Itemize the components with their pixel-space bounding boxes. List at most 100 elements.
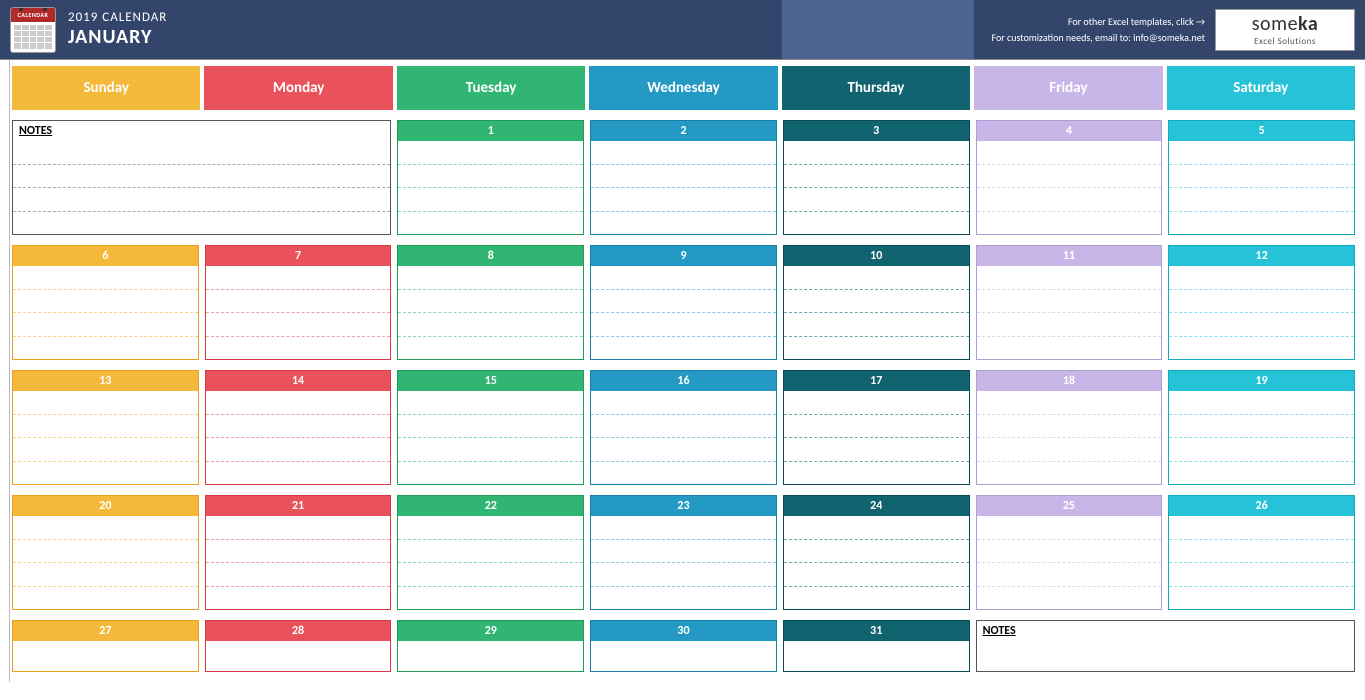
calendar-icon-label: CALENDAR: [11, 8, 55, 22]
day-number: 20: [13, 496, 198, 516]
day-number: 28: [206, 621, 391, 641]
day-cell[interactable]: 28: [205, 620, 392, 672]
day-cell[interactable]: 30: [590, 620, 777, 672]
year-title: 2019 CALENDAR: [68, 10, 167, 25]
day-cell[interactable]: 15: [397, 370, 584, 485]
templates-link[interactable]: For other Excel templates, click →: [991, 14, 1205, 30]
day-cell[interactable]: 19: [1168, 370, 1355, 485]
header-tuesday: Tuesday: [397, 66, 585, 110]
topbar-mid: [782, 0, 974, 59]
day-cell[interactable]: 18: [976, 370, 1163, 485]
calendar-icon-grid: [11, 22, 55, 52]
left-margin: [0, 60, 10, 682]
day-cell[interactable]: 17: [783, 370, 970, 485]
day-number: 14: [206, 371, 391, 391]
day-number: 26: [1169, 496, 1354, 516]
topbar-right: For other Excel templates, click → For c…: [974, 0, 1365, 59]
day-cell[interactable]: 2: [590, 120, 777, 235]
day-number: 8: [398, 246, 583, 266]
header-monday: Monday: [204, 66, 392, 110]
day-cell[interactable]: 21: [205, 495, 392, 610]
day-number: 23: [591, 496, 776, 516]
topbar-left: CALENDAR 2019 CALENDAR JANUARY: [0, 0, 782, 59]
day-number: 30: [591, 621, 776, 641]
week-row-2: 6 7 8 9 10 11 12: [12, 245, 1355, 360]
day-cell[interactable]: 26: [1168, 495, 1355, 610]
month-title: JANUARY: [68, 25, 167, 49]
day-number: 9: [591, 246, 776, 266]
logo-sub: Excel Solutions: [1254, 36, 1316, 47]
title-block: 2019 CALENDAR JANUARY: [68, 10, 167, 49]
day-cell[interactable]: 1: [397, 120, 584, 235]
day-cell[interactable]: 11: [976, 245, 1163, 360]
notes-label: NOTES: [977, 621, 1354, 641]
day-number: 21: [206, 496, 391, 516]
day-number: 31: [784, 621, 969, 641]
day-number: 12: [1169, 246, 1354, 266]
day-number: 15: [398, 371, 583, 391]
day-cell[interactable]: 12: [1168, 245, 1355, 360]
day-number: 24: [784, 496, 969, 516]
week-row-3: 13 14 15 16 17 18 19: [12, 370, 1355, 485]
day-number: 22: [398, 496, 583, 516]
day-number: 10: [784, 246, 969, 266]
header-saturday: Saturday: [1167, 66, 1355, 110]
day-number: 29: [398, 621, 583, 641]
day-cell[interactable]: 10: [783, 245, 970, 360]
week-row-1: NOTES 1 2 3 4 5: [12, 120, 1355, 235]
notes-line[interactable]: [13, 165, 390, 189]
day-cell[interactable]: 24: [783, 495, 970, 610]
day-number: 3: [784, 121, 969, 141]
header-thursday: Thursday: [782, 66, 970, 110]
customization-link[interactable]: For customization needs, email to: info@…: [991, 30, 1205, 46]
day-cell[interactable]: 16: [590, 370, 777, 485]
header-wednesday: Wednesday: [589, 66, 777, 110]
header-sunday: Sunday: [12, 66, 200, 110]
day-cell[interactable]: 25: [976, 495, 1163, 610]
day-number: 1: [398, 121, 583, 141]
notes-label: NOTES: [13, 121, 390, 141]
day-number: 18: [977, 371, 1162, 391]
day-cell[interactable]: 8: [397, 245, 584, 360]
day-cell[interactable]: 6: [12, 245, 199, 360]
day-cell[interactable]: 4: [976, 120, 1163, 235]
day-cell[interactable]: 22: [397, 495, 584, 610]
week-row-4: 20 21 22 23 24 25 26: [12, 495, 1355, 610]
notes-line[interactable]: [13, 188, 390, 212]
day-number: 7: [206, 246, 391, 266]
day-cell[interactable]: 23: [590, 495, 777, 610]
day-cell[interactable]: 9: [590, 245, 777, 360]
notes-box-top[interactable]: NOTES: [12, 120, 391, 235]
logo-main: someka: [1252, 12, 1319, 36]
day-cell[interactable]: 20: [12, 495, 199, 610]
day-number: 6: [13, 246, 198, 266]
top-bar: CALENDAR 2019 CALENDAR JANUARY For other…: [0, 0, 1365, 60]
day-cell[interactable]: 27: [12, 620, 199, 672]
day-number: 13: [13, 371, 198, 391]
day-number: 17: [784, 371, 969, 391]
notes-line[interactable]: [13, 212, 390, 235]
header-friday: Friday: [974, 66, 1162, 110]
day-cell[interactable]: 5: [1168, 120, 1355, 235]
day-number: 25: [977, 496, 1162, 516]
day-number: 16: [591, 371, 776, 391]
day-number: 4: [977, 121, 1162, 141]
day-number: 2: [591, 121, 776, 141]
day-header-row: Sunday Monday Tuesday Wednesday Thursday…: [12, 66, 1355, 110]
calendar-icon: CALENDAR: [10, 7, 56, 53]
day-number: 11: [977, 246, 1162, 266]
notes-line[interactable]: [13, 141, 390, 165]
someka-logo[interactable]: someka Excel Solutions: [1215, 9, 1355, 51]
week-row-5: 27 28 29 30 31 NOTES: [12, 620, 1355, 672]
day-cell[interactable]: 29: [397, 620, 584, 672]
top-links: For other Excel templates, click → For c…: [991, 14, 1205, 46]
day-cell[interactable]: 14: [205, 370, 392, 485]
day-number: 27: [13, 621, 198, 641]
day-cell[interactable]: 7: [205, 245, 392, 360]
day-cell[interactable]: 13: [12, 370, 199, 485]
day-cell[interactable]: 3: [783, 120, 970, 235]
day-cell[interactable]: 31: [783, 620, 970, 672]
notes-box-bottom[interactable]: NOTES: [976, 620, 1355, 672]
day-number: 5: [1169, 121, 1354, 141]
day-number: 19: [1169, 371, 1354, 391]
